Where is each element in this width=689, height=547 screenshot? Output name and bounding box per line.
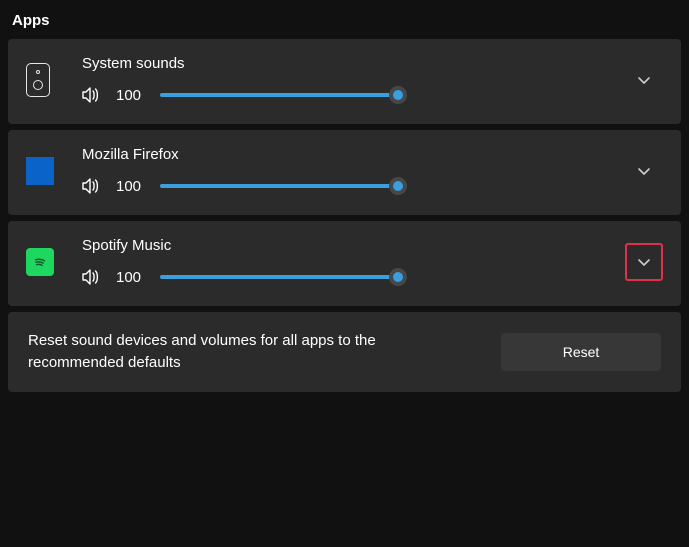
app-icon-firefox: [26, 146, 76, 195]
expand-button[interactable]: [625, 243, 663, 281]
app-name-label: Mozilla Firefox: [82, 146, 625, 163]
spotify-icon: [26, 248, 54, 276]
app-row-spotify: Spotify Music 100: [8, 221, 681, 306]
volume-icon[interactable]: [82, 178, 102, 194]
volume-icon[interactable]: [82, 87, 102, 103]
app-name-label: System sounds: [82, 55, 625, 72]
expand-button[interactable]: [625, 152, 663, 190]
volume-slider[interactable]: [160, 177, 400, 195]
app-name-label: Spotify Music: [82, 237, 625, 254]
app-row-firefox: Mozilla Firefox 100: [8, 130, 681, 215]
chevron-down-icon: [637, 164, 651, 178]
expand-button[interactable]: [625, 61, 663, 99]
chevron-down-icon: [637, 255, 651, 269]
volume-slider[interactable]: [160, 268, 400, 286]
app-row-system-sounds: System sounds 100: [8, 39, 681, 124]
volume-icon[interactable]: [82, 269, 102, 285]
chevron-down-icon: [637, 73, 651, 87]
speaker-device-icon: [26, 63, 50, 97]
volume-value: 100: [116, 178, 146, 195]
reset-description: Reset sound devices and volumes for all …: [28, 330, 448, 374]
reset-panel: Reset sound devices and volumes for all …: [8, 312, 681, 392]
volume-value: 100: [116, 87, 146, 104]
app-icon-spotify: [26, 237, 76, 286]
firefox-icon: [26, 157, 54, 185]
section-title-apps: Apps: [8, 8, 681, 39]
volume-value: 100: [116, 269, 146, 286]
volume-slider[interactable]: [160, 86, 400, 104]
reset-button[interactable]: Reset: [501, 333, 661, 371]
app-icon-system-sounds: [26, 55, 76, 104]
